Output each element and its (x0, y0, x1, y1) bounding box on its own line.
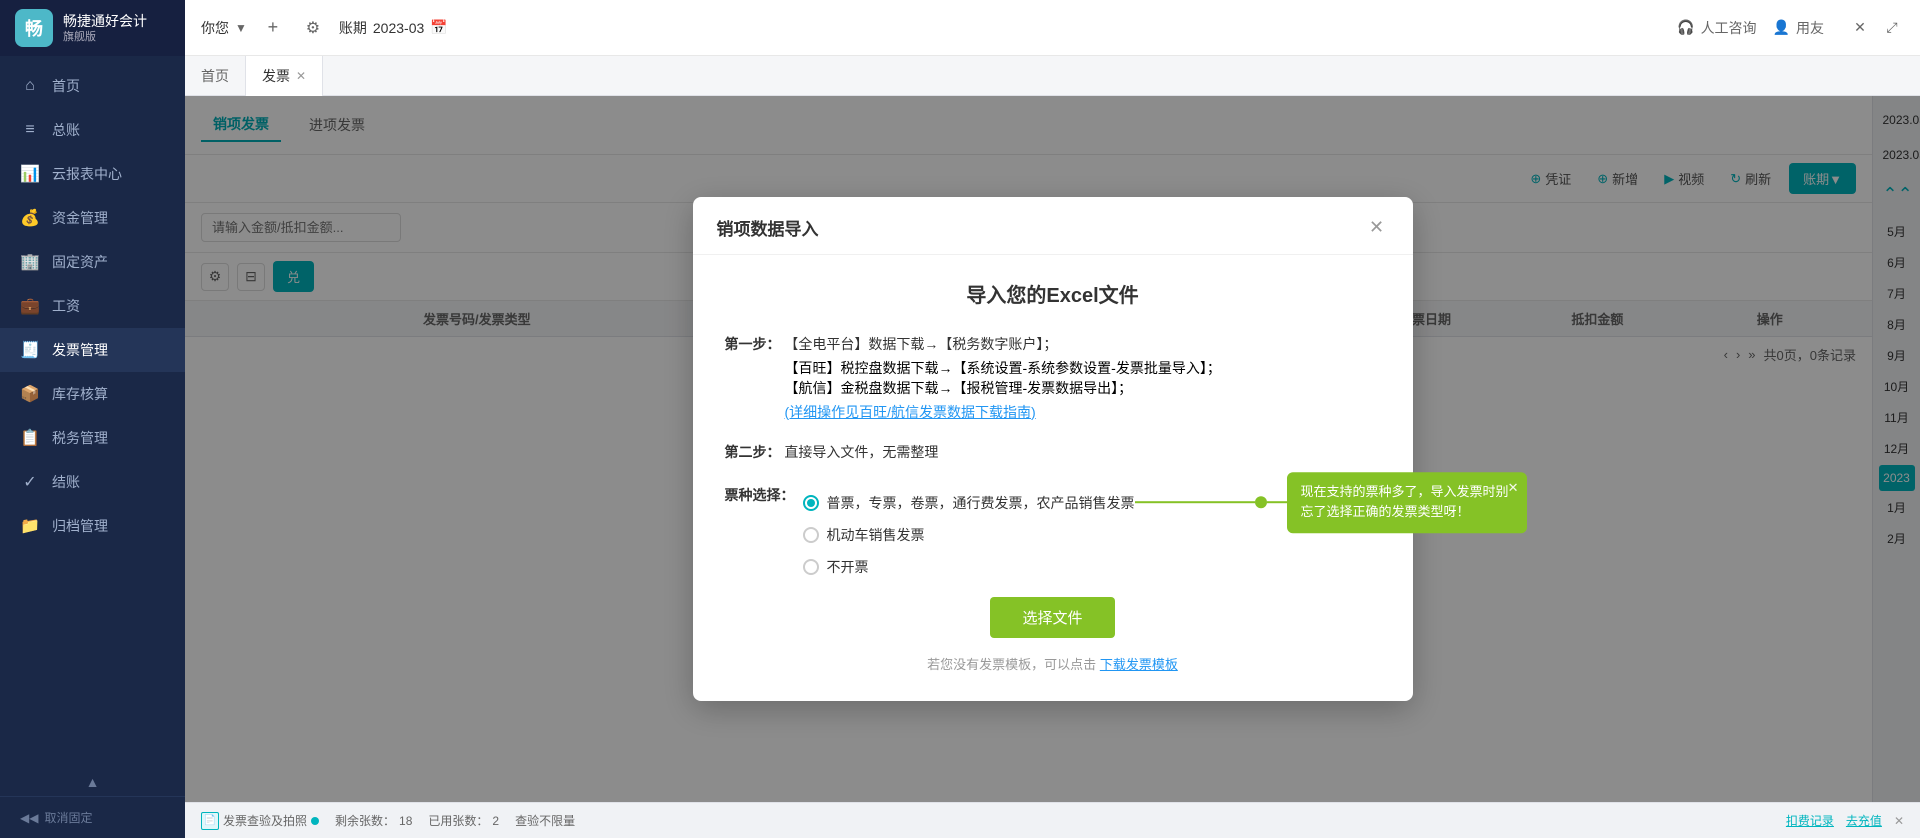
company-dropdown-icon: ▼ (235, 21, 247, 35)
import-title: 导入您的Excel文件 (725, 279, 1381, 308)
step2-content: 直接导入文件，无需整理 (784, 444, 938, 460)
content-area: 销项发票 进项发票 ⊕ 凭证 ⊕ 新增 (185, 96, 1920, 802)
modal-close-button[interactable]: ✕ (1365, 216, 1389, 240)
radio-motor[interactable]: 机动车销售发票 (803, 525, 1135, 545)
archive-icon: 📁 (20, 516, 40, 536)
invoice-verify-icon: 📄 (201, 812, 219, 830)
sidebar-item-inventory[interactable]: 📦 库存核算 (0, 372, 185, 416)
download-template-link[interactable]: 下载发票模板 (1100, 657, 1178, 672)
topbar-right: 🎧 人工咨询 👤 用友 ✕ ⤢ (1677, 16, 1904, 40)
sidebar-item-checkout[interactable]: ✓ 结账 (0, 460, 185, 504)
company-selector[interactable]: 你您 ▼ (201, 18, 247, 38)
fixed-assets-icon: 🏢 (20, 252, 40, 272)
tooltip-bubble: 现在支持的票种多了，导入发票时别忘了选择正确的发票类型呀！ ✕ (1287, 472, 1527, 534)
add-tab-button[interactable]: + (259, 14, 287, 42)
modal-header: 销项数据导入 ✕ (693, 197, 1413, 255)
step1-line1: 【全电平台】数据下载→【税务数字账户】； (784, 336, 1057, 352)
sidebar-item-archive[interactable]: 📁 归档管理 (0, 504, 185, 548)
radio-circle-general (803, 495, 819, 511)
modal-footer: 若您没有发票模板，可以点击 下载发票模板 (725, 654, 1381, 673)
step1-indent: 【百旺】税控盘数据下载→【系统设置-系统参数设置-发票批量导入】； 【航信】金税… (725, 358, 1381, 422)
logo-text: 畅捷通好会计 旗舰版 (63, 12, 147, 44)
sidebar: 畅 畅捷通好会计 旗舰版 ⌂ 首页 ≡ 总账 📊 云报表中心 💰 资金管理 (0, 0, 185, 838)
tab-close-invoice[interactable]: ✕ (296, 69, 306, 83)
sidebar-item-ledger[interactable]: ≡ 总账 (0, 108, 185, 152)
sidebar-nav: ⌂ 首页 ≡ 总账 📊 云报表中心 💰 资金管理 🏢 固定资产 💼 工资 (0, 56, 185, 768)
sidebar-item-invoice[interactable]: 🧾 发票管理 (0, 328, 185, 372)
close-window-button[interactable]: ✕ (1848, 16, 1872, 40)
statusbar-verify-unlimited: 查验不限量 (515, 812, 575, 829)
modal-overlay: 销项数据导入 ✕ 导入您的Excel文件 第一步： 【全电平台】数据下载→【税务… (185, 96, 1920, 802)
tabbar: 首页 发票 ✕ (185, 56, 1920, 96)
step1-line2: 【百旺】税控盘数据下载→【系统设置-系统参数设置-发票批量导入】； (785, 358, 1381, 378)
radio-item-general: 普票，专票，卷票，通行费发票，农产品销售发票 现在支持的票种多了，导入发票 (803, 493, 1135, 513)
maximize-window-button[interactable]: ⤢ (1880, 16, 1904, 40)
sidebar-item-fund[interactable]: 💰 资金管理 (0, 196, 185, 240)
user-menu[interactable]: 👤 用友 (1773, 18, 1824, 38)
sidebar-item-fixed-assets[interactable]: 🏢 固定资产 (0, 240, 185, 284)
consult-button[interactable]: 🎧 人工咨询 (1677, 18, 1756, 38)
modal-import: 销项数据导入 ✕ 导入您的Excel文件 第一步： 【全电平台】数据下载→【税务… (693, 197, 1413, 700)
tooltip-close-button[interactable]: ✕ (1508, 478, 1519, 499)
tooltip-area: 现在支持的票种多了，导入发票时别忘了选择正确的发票类型呀！ ✕ (1135, 472, 1527, 534)
calendar-icon: 📅 (430, 19, 447, 36)
sidebar-item-tax[interactable]: 📋 税务管理 (0, 416, 185, 460)
statusbar-invoice-verify: 📄 发票查验及拍照 (201, 812, 319, 830)
tab-invoice[interactable]: 发票 ✕ (246, 56, 323, 96)
step1-line3: 【航信】金税盘数据下载→【报税管理-发票数据导出】； (785, 378, 1381, 398)
radio-circle-no-ticket (803, 559, 819, 575)
step1-guide-link[interactable]: (详细操作见百旺/航信发票数据下载指南) (785, 404, 1036, 420)
statusbar-right: 扣费记录 去充值 ✕ (1786, 812, 1904, 829)
salary-icon: 💼 (20, 296, 40, 316)
tab-home[interactable]: 首页 (185, 56, 246, 96)
radio-general[interactable]: 普票，专票，卷票，通行费发票，农产品销售发票 (803, 493, 1135, 513)
sidebar-scroll-up[interactable]: ▲ (0, 768, 185, 796)
cloud-report-icon: 📊 (20, 164, 40, 184)
modal-body: 导入您的Excel文件 第一步： 【全电平台】数据下载→【税务数字账户】； 【百… (693, 255, 1413, 700)
step1-section: 第一步： 【全电平台】数据下载→【税务数字账户】； 【百旺】税控盘数据下载→【系… (725, 332, 1381, 421)
statusbar-used: 已用张数： 2 (428, 812, 499, 829)
radio-circle-motor (803, 527, 819, 543)
checkout-icon: ✓ (20, 472, 40, 492)
statusbar-close-button[interactable]: ✕ (1894, 814, 1904, 828)
statusbar-remaining: 剩余张数： 18 (335, 812, 412, 829)
radio-group: 普票，专票，卷票，通行费发票，农产品销售发票 现在支持的票种多了，导入发票 (803, 493, 1135, 577)
statusbar: 📄 发票查验及拍照 剩余张数： 18 已用张数： 2 查验不限量 扣费记录 去充… (185, 802, 1920, 838)
sidebar-item-salary[interactable]: 💼 工资 (0, 284, 185, 328)
topbar: 你您 ▼ + ⚙ 账期 2023-03 📅 🎧 人工咨询 👤 用友 (185, 0, 1920, 56)
window-controls: ✕ ⤢ (1848, 16, 1904, 40)
ledger-icon: ≡ (20, 120, 40, 140)
ticket-select-label: 票种选择： (725, 485, 795, 505)
settings-icon[interactable]: ⚙ (299, 14, 327, 42)
step2-label: 第二步： (725, 444, 781, 460)
invoice-icon: 🧾 (20, 340, 40, 360)
inventory-icon: 📦 (20, 384, 40, 404)
sidebar-footer[interactable]: ◀◀ 取消固定 (0, 796, 185, 838)
ticket-select-section: 票种选择： 普票，专票，卷票，通行费发票，农产品销售发票 (725, 483, 1381, 577)
radio-dot-general (807, 499, 815, 507)
home-icon: ⌂ (20, 76, 40, 96)
deduct-record-link[interactable]: 扣费记录 (1786, 812, 1834, 829)
step2-section: 第二步： 直接导入文件，无需整理 (725, 440, 1381, 465)
main-area: 你您 ▼ + ⚙ 账期 2023-03 📅 🎧 人工咨询 👤 用友 (185, 0, 1920, 838)
user-icon: 👤 (1773, 19, 1790, 36)
sidebar-item-home[interactable]: ⌂ 首页 (0, 64, 185, 108)
sidebar-logo: 畅 畅捷通好会计 旗舰版 (0, 0, 185, 56)
recharge-link[interactable]: 去充值 (1846, 812, 1882, 829)
modal-title: 销项数据导入 (717, 215, 819, 240)
period-display: 账期 2023-03 📅 (339, 18, 448, 38)
headset-icon: 🎧 (1677, 19, 1694, 36)
sidebar-item-cloud-report[interactable]: 📊 云报表中心 (0, 152, 185, 196)
tax-icon: 📋 (20, 428, 40, 448)
logo-icon: 畅 (15, 9, 53, 47)
fund-icon: 💰 (20, 208, 40, 228)
step1-label: 第一步： (725, 336, 781, 352)
statusbar-dot (311, 817, 319, 825)
select-file-button[interactable]: 选择文件 (990, 597, 1114, 638)
radio-no-ticket[interactable]: 不开票 (803, 557, 1135, 577)
